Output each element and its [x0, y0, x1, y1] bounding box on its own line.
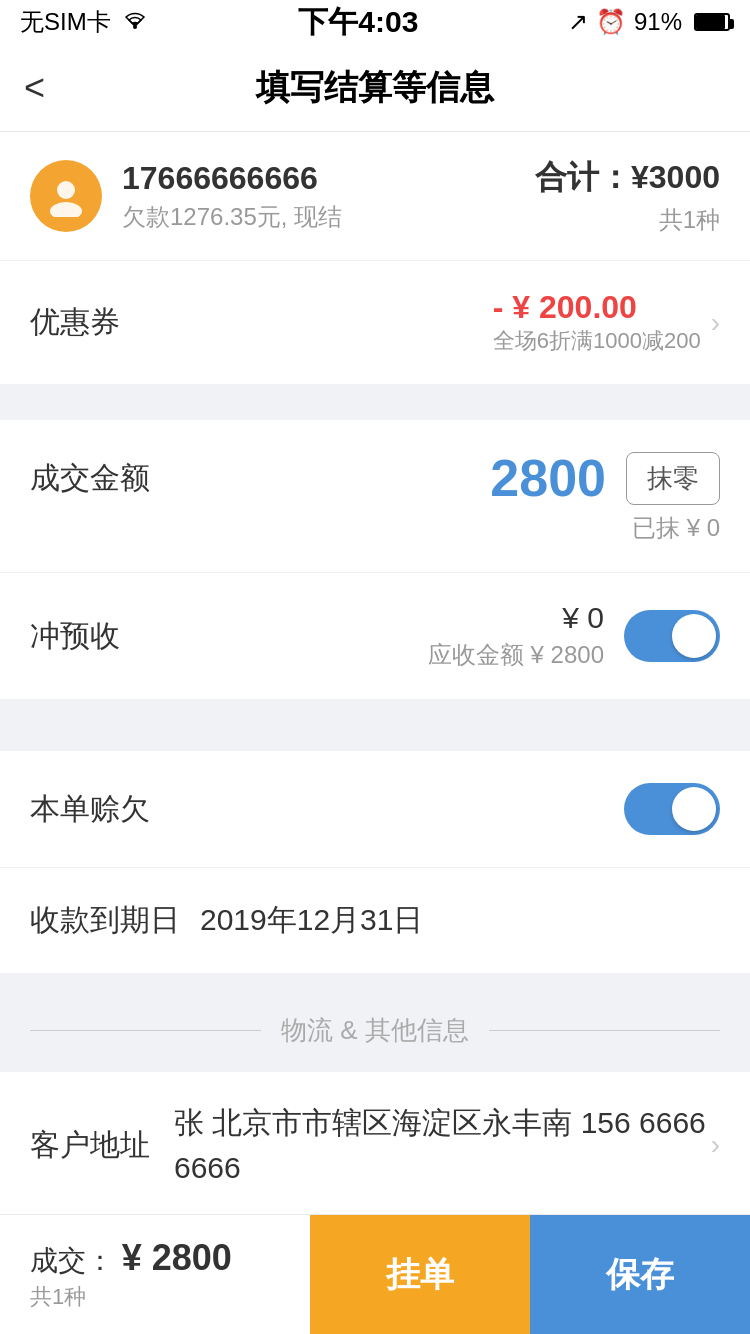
round-button[interactable]: 抹零 — [626, 452, 720, 505]
due-date-row: 收款到期日 2019年12月31日 — [30, 900, 720, 941]
logistics-title: 物流 & 其他信息 — [281, 1013, 469, 1048]
coupon-desc: 全场6折满1000减200 — [493, 326, 701, 356]
user-phone: 17666666666 — [122, 160, 535, 197]
divider-1 — [0, 400, 750, 420]
bottom-deal-row: 成交： ¥ 2800 — [30, 1237, 280, 1280]
address-label: 客户地址 — [30, 1125, 150, 1166]
battery-percent: 91% — [634, 8, 682, 36]
total-amount: 合计：¥3000 — [535, 156, 720, 200]
address-chevron-icon: › — [711, 1129, 720, 1161]
bad-debt-card: 本单赊欠 收款到期日 2019年12月31日 — [0, 751, 750, 973]
address-value: 张 北京市市辖区海淀区永丰南 156 6666 6666 — [174, 1100, 711, 1190]
back-button[interactable]: < — [24, 67, 45, 109]
svg-point-0 — [133, 25, 137, 29]
user-sub: 欠款1276.35元, 现结 — [122, 201, 535, 233]
prepay-values: ¥ 0 应收金额 ¥ 2800 — [428, 601, 604, 671]
battery-icon — [694, 13, 730, 31]
total-sub: 共1种 — [535, 204, 720, 236]
alarm-icon: ⏰ — [596, 8, 626, 36]
user-info: 17666666666 欠款1276.35元, 现结 — [122, 160, 535, 233]
amount-section: 成交金额 2800 抹零 已抹 ¥ 0 — [0, 420, 750, 572]
amount-row: 成交金额 2800 抹零 — [30, 448, 720, 508]
user-total: 合计：¥3000 共1种 — [535, 156, 720, 236]
amount-label: 成交金额 — [30, 458, 150, 499]
coupon-row[interactable]: 优惠券 - ¥ 200.00 全场6折满1000减200 › — [0, 260, 750, 384]
address-card: 客户地址 张 北京市市辖区海淀区永丰南 156 6666 6666 › — [0, 1072, 750, 1218]
amount-value: 2800 — [490, 448, 606, 508]
divider-2 — [0, 715, 750, 735]
coupon-right: - ¥ 200.00 全场6折满1000减200 › — [493, 289, 720, 356]
deal-amount-card: 成交金额 2800 抹零 已抹 ¥ 0 冲预收 ¥ 0 应收金额 ¥ 2800 — [0, 420, 750, 699]
bad-debt-label: 本单赊欠 — [30, 789, 150, 830]
bottom-summary: 成交： ¥ 2800 共1种 — [0, 1237, 310, 1312]
bad-debt-toggle[interactable] — [624, 783, 720, 835]
status-right: ↗ ⏰ 91% — [568, 8, 730, 36]
carrier-text: 无SIM卡 — [20, 6, 111, 38]
due-date-value: 2019年12月31日 — [200, 900, 423, 941]
prepay-toggle[interactable] — [624, 610, 720, 662]
svg-point-2 — [50, 202, 82, 217]
bottom-sub: 共1种 — [30, 1282, 280, 1312]
avatar — [30, 160, 102, 232]
user-info-card: 17666666666 欠款1276.35元, 现结 合计：¥3000 共1种 … — [0, 132, 750, 384]
bad-debt-section: 本单赊欠 — [0, 751, 750, 867]
status-left: 无SIM卡 — [20, 6, 149, 38]
logistics-header: 物流 & 其他信息 — [0, 989, 750, 1072]
prepay-sub: 应收金额 ¥ 2800 — [428, 639, 604, 671]
logistics-line-left — [30, 1030, 261, 1031]
user-row: 17666666666 欠款1276.35元, 现结 合计：¥3000 共1种 — [0, 132, 750, 260]
save-button[interactable]: 保存 — [530, 1215, 750, 1335]
amount-sub: 已抹 ¥ 0 — [30, 512, 720, 544]
status-time: 下午4:03 — [298, 2, 418, 43]
bottom-amount: ¥ 2800 — [122, 1237, 232, 1278]
chevron-right-icon: › — [711, 307, 720, 339]
page-title: 填写结算等信息 — [256, 65, 494, 111]
prepay-amount: ¥ 0 — [428, 601, 604, 635]
due-date-label: 收款到期日 — [30, 900, 180, 941]
wifi-icon — [121, 8, 149, 36]
address-section[interactable]: 客户地址 张 北京市市辖区海淀区永丰南 156 6666 6666 › — [0, 1072, 750, 1218]
coupon-amount: - ¥ 200.00 — [493, 289, 701, 326]
nav-bar: < 填写结算等信息 — [0, 44, 750, 132]
content: 17666666666 欠款1276.35元, 现结 合计：¥3000 共1种 … — [0, 132, 750, 1334]
coupon-label: 优惠券 — [30, 302, 120, 343]
amount-right: 2800 抹零 — [490, 448, 720, 508]
due-date-section: 收款到期日 2019年12月31日 — [0, 867, 750, 973]
prepay-section: 冲预收 ¥ 0 应收金额 ¥ 2800 — [0, 572, 750, 699]
logistics-line-right — [489, 1030, 720, 1031]
svg-point-1 — [57, 181, 75, 199]
prepay-label: 冲预收 — [30, 616, 120, 657]
hold-button[interactable]: 挂单 — [310, 1215, 530, 1335]
bottom-bar: 成交： ¥ 2800 共1种 挂单 保存 — [0, 1214, 750, 1334]
prepay-right: ¥ 0 应收金额 ¥ 2800 — [428, 601, 720, 671]
bottom-deal-label: 成交： — [30, 1245, 114, 1276]
prepay-row: 冲预收 ¥ 0 应收金额 ¥ 2800 — [30, 601, 720, 671]
location-icon: ↗ — [568, 8, 588, 36]
status-bar: 无SIM卡 下午4:03 ↗ ⏰ 91% — [0, 0, 750, 44]
